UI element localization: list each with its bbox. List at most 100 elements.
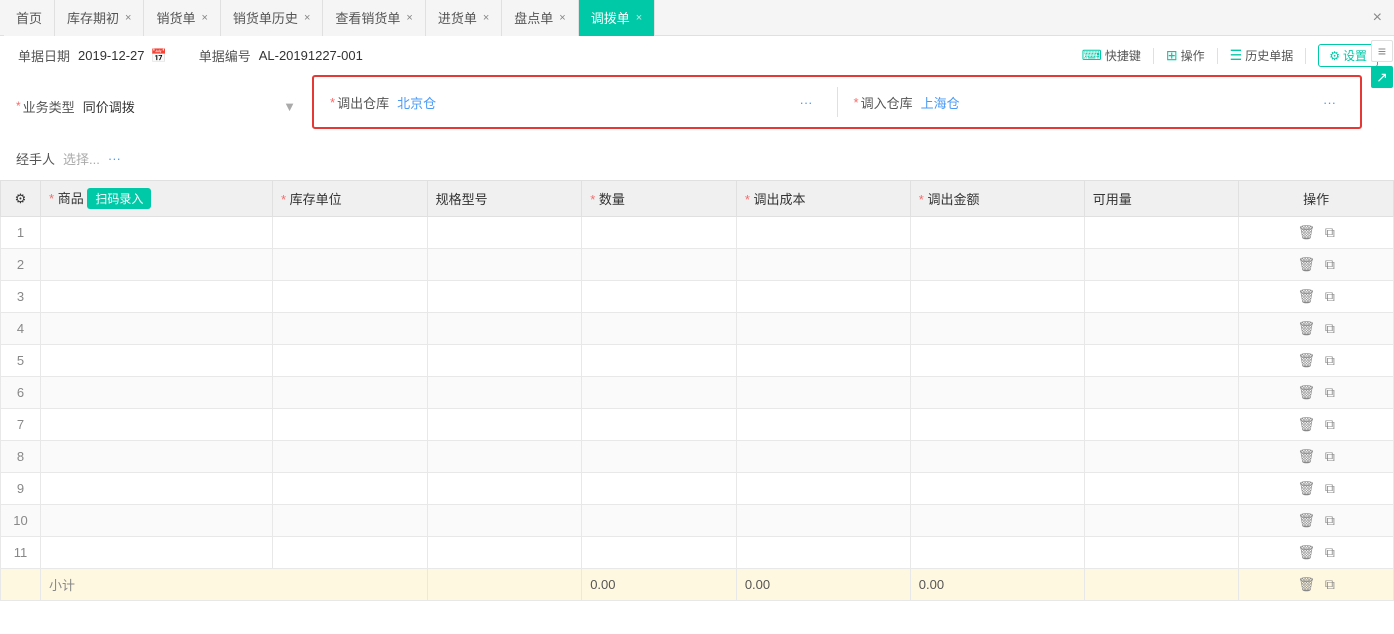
tab-view-sales[interactable]: 查看销货单 × bbox=[323, 0, 425, 36]
delete-icon-9[interactable]: 🗑 bbox=[1297, 480, 1315, 496]
row-cost-11[interactable] bbox=[736, 537, 910, 569]
tab-home[interactable]: 首页 bbox=[4, 0, 55, 36]
delete-icon-6[interactable]: 🗑 bbox=[1297, 384, 1315, 400]
calendar-icon[interactable]: 📅 bbox=[151, 48, 167, 64]
tab-purchase-order[interactable]: 进货单 × bbox=[426, 0, 502, 36]
row-available-9[interactable] bbox=[1084, 473, 1239, 505]
row-unit-4[interactable] bbox=[272, 313, 427, 345]
row-unit-9[interactable] bbox=[272, 473, 427, 505]
tab-view-sales-close[interactable]: × bbox=[406, 12, 412, 24]
delete-icon-1[interactable]: 🗑 bbox=[1297, 224, 1315, 240]
delete-icon-11[interactable]: 🗑 bbox=[1297, 544, 1315, 560]
row-product-9[interactable] bbox=[41, 473, 273, 505]
copy-icon-8[interactable]: ⧉ bbox=[1325, 448, 1335, 464]
tab-sales-history[interactable]: 销货单历史 × bbox=[221, 0, 323, 36]
row-unit-8[interactable] bbox=[272, 441, 427, 473]
row-cost-4[interactable] bbox=[736, 313, 910, 345]
tab-transfer[interactable]: 调拨单 × bbox=[579, 0, 655, 36]
copy-icon-9[interactable]: ⧉ bbox=[1325, 480, 1335, 496]
row-quantity-9[interactable] bbox=[582, 473, 737, 505]
history-btn[interactable]: ☰ 历史单据 bbox=[1230, 47, 1294, 64]
delete-icon-4[interactable]: 🗑 bbox=[1297, 320, 1315, 336]
right-panel-share-btn[interactable]: ↗ bbox=[1371, 66, 1393, 88]
tab-transfer-close[interactable]: × bbox=[636, 12, 642, 24]
agent-dots[interactable]: ··· bbox=[108, 151, 121, 166]
copy-icon-7[interactable]: ⧉ bbox=[1325, 416, 1335, 432]
row-available-2[interactable] bbox=[1084, 249, 1239, 281]
row-product-11[interactable] bbox=[41, 537, 273, 569]
row-product-10[interactable] bbox=[41, 505, 273, 537]
row-cost-6[interactable] bbox=[736, 377, 910, 409]
transfer-out-dots[interactable]: ··· bbox=[792, 95, 821, 110]
row-unit-1[interactable] bbox=[272, 217, 427, 249]
operations-btn[interactable]: ⊞ 操作 bbox=[1166, 47, 1205, 64]
row-product-5[interactable] bbox=[41, 345, 273, 377]
row-cost-9[interactable] bbox=[736, 473, 910, 505]
row-amount-3[interactable] bbox=[910, 281, 1084, 313]
row-spec-4[interactable] bbox=[427, 313, 582, 345]
tab-stock-count-close[interactable]: × bbox=[559, 12, 565, 24]
row-quantity-8[interactable] bbox=[582, 441, 737, 473]
row-spec-5[interactable] bbox=[427, 345, 582, 377]
row-cost-1[interactable] bbox=[736, 217, 910, 249]
business-type-dropdown-icon[interactable]: ▼ bbox=[283, 99, 296, 114]
copy-icon-5[interactable]: ⧉ bbox=[1325, 352, 1335, 368]
subtotal-delete-icon[interactable]: 🗑 bbox=[1297, 576, 1315, 592]
row-quantity-10[interactable] bbox=[582, 505, 737, 537]
row-available-5[interactable] bbox=[1084, 345, 1239, 377]
row-amount-1[interactable] bbox=[910, 217, 1084, 249]
row-product-3[interactable] bbox=[41, 281, 273, 313]
delete-icon-7[interactable]: 🗑 bbox=[1297, 416, 1315, 432]
row-available-4[interactable] bbox=[1084, 313, 1239, 345]
row-spec-7[interactable] bbox=[427, 409, 582, 441]
row-quantity-11[interactable] bbox=[582, 537, 737, 569]
row-amount-7[interactable] bbox=[910, 409, 1084, 441]
delete-icon-2[interactable]: 🗑 bbox=[1297, 256, 1315, 272]
copy-icon-4[interactable]: ⧉ bbox=[1325, 320, 1335, 336]
th-settings[interactable]: ⚙ bbox=[1, 181, 41, 217]
row-unit-2[interactable] bbox=[272, 249, 427, 281]
tab-inventory-init-close[interactable]: × bbox=[125, 12, 131, 24]
scan-button[interactable]: 扫码录入 bbox=[87, 188, 151, 209]
row-unit-10[interactable] bbox=[272, 505, 427, 537]
copy-icon-1[interactable]: ⧉ bbox=[1325, 224, 1335, 240]
tab-close-all-icon[interactable]: × bbox=[1373, 9, 1382, 27]
tab-inventory-init[interactable]: 库存期初 × bbox=[55, 0, 144, 36]
row-available-8[interactable] bbox=[1084, 441, 1239, 473]
row-spec-6[interactable] bbox=[427, 377, 582, 409]
row-amount-2[interactable] bbox=[910, 249, 1084, 281]
row-spec-9[interactable] bbox=[427, 473, 582, 505]
transfer-out-value[interactable]: 北京仓 bbox=[397, 93, 436, 112]
row-amount-11[interactable] bbox=[910, 537, 1084, 569]
right-panel-list-btn[interactable]: ≡ bbox=[1371, 40, 1393, 62]
copy-icon-10[interactable]: ⧉ bbox=[1325, 512, 1335, 528]
copy-icon-6[interactable]: ⧉ bbox=[1325, 384, 1335, 400]
tab-purchase-order-close[interactable]: × bbox=[483, 12, 489, 24]
delete-icon-10[interactable]: 🗑 bbox=[1297, 512, 1315, 528]
row-amount-8[interactable] bbox=[910, 441, 1084, 473]
row-available-1[interactable] bbox=[1084, 217, 1239, 249]
tab-sales-order[interactable]: 销货单 × bbox=[144, 0, 220, 36]
row-quantity-1[interactable] bbox=[582, 217, 737, 249]
row-cost-5[interactable] bbox=[736, 345, 910, 377]
row-available-3[interactable] bbox=[1084, 281, 1239, 313]
row-spec-1[interactable] bbox=[427, 217, 582, 249]
row-available-11[interactable] bbox=[1084, 537, 1239, 569]
tab-sales-history-close[interactable]: × bbox=[304, 12, 310, 24]
row-spec-3[interactable] bbox=[427, 281, 582, 313]
row-unit-5[interactable] bbox=[272, 345, 427, 377]
shortcut-keys-btn[interactable]: ⌨ 快捷键 bbox=[1082, 47, 1141, 64]
row-amount-4[interactable] bbox=[910, 313, 1084, 345]
row-product-2[interactable] bbox=[41, 249, 273, 281]
row-quantity-3[interactable] bbox=[582, 281, 737, 313]
row-quantity-5[interactable] bbox=[582, 345, 737, 377]
row-product-6[interactable] bbox=[41, 377, 273, 409]
row-cost-3[interactable] bbox=[736, 281, 910, 313]
row-quantity-4[interactable] bbox=[582, 313, 737, 345]
copy-icon-3[interactable]: ⧉ bbox=[1325, 288, 1335, 304]
row-unit-11[interactable] bbox=[272, 537, 427, 569]
row-amount-6[interactable] bbox=[910, 377, 1084, 409]
row-available-10[interactable] bbox=[1084, 505, 1239, 537]
row-cost-8[interactable] bbox=[736, 441, 910, 473]
delete-icon-5[interactable]: 🗑 bbox=[1297, 352, 1315, 368]
